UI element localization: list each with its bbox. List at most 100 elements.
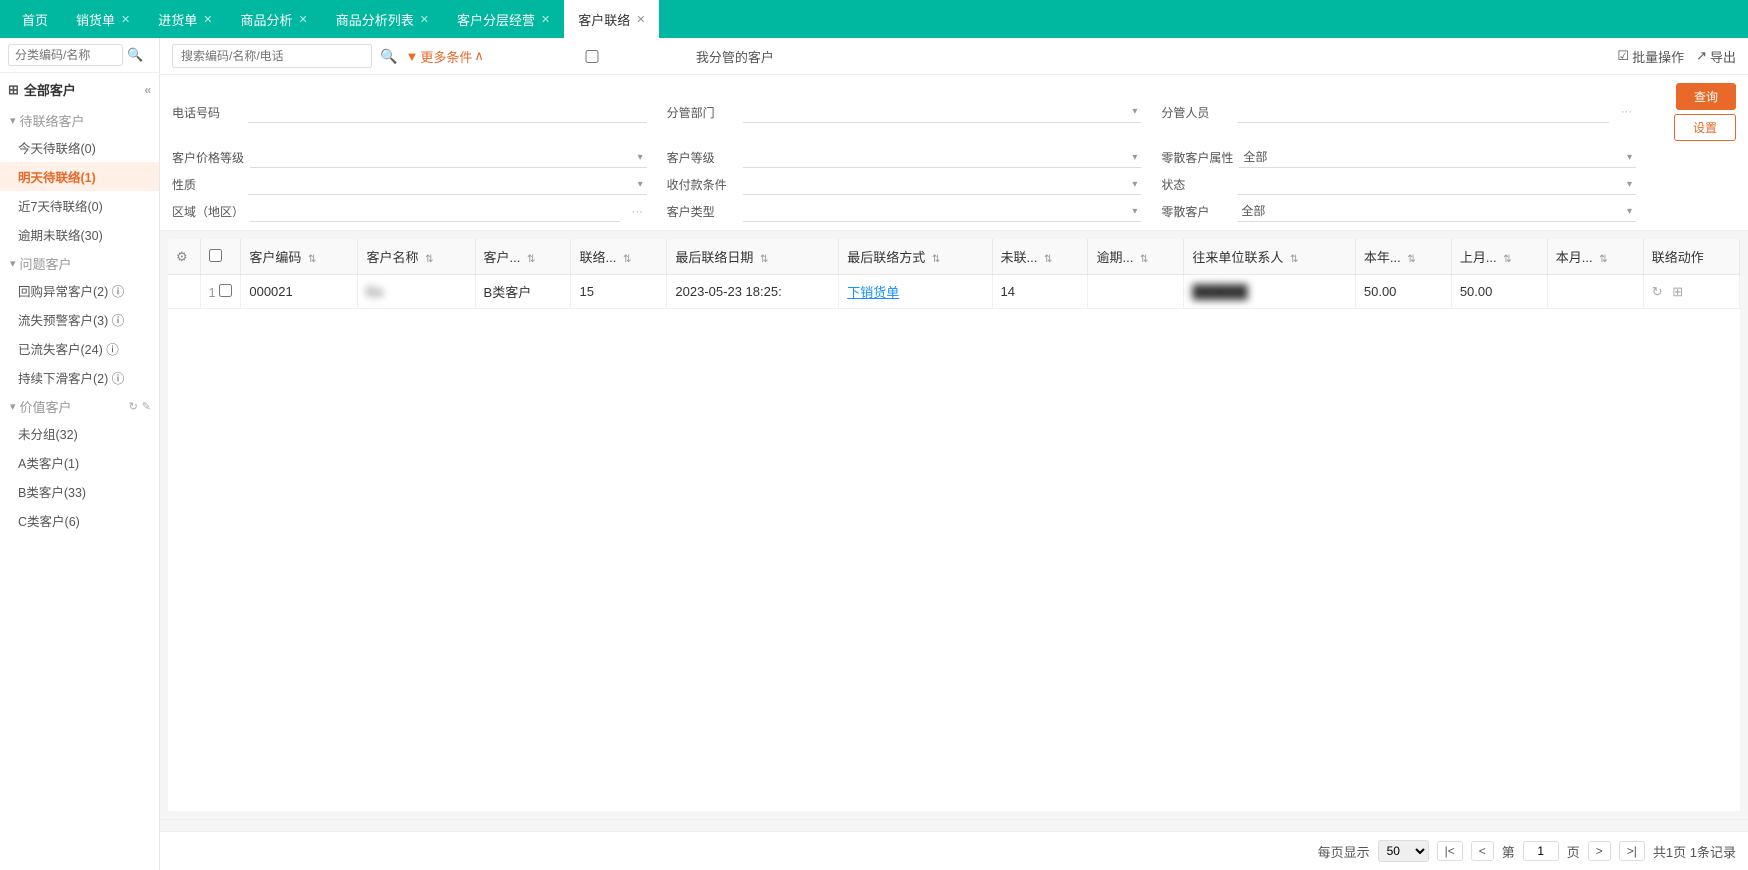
sidebar-search-input[interactable]	[8, 44, 123, 66]
sidebar-item-tomorrow-pending[interactable]: 明天待联络(1)	[0, 162, 159, 191]
nav-sales-order[interactable]: 销货单 ✕	[62, 0, 144, 38]
next-page-button[interactable]: >	[1588, 841, 1611, 861]
cell-checkbox: 1	[200, 275, 241, 309]
col-this-year[interactable]: 本年... ⇅	[1355, 239, 1451, 275]
col-contact-person[interactable]: 往来单位联系人 ⇅	[1184, 239, 1355, 275]
col-name[interactable]: 客户名称 ⇅	[358, 239, 475, 275]
page-size-select[interactable]: 10 20 50 100	[1378, 840, 1429, 862]
cell-name: Ea	[358, 275, 475, 309]
sidebar-item-today-pending[interactable]: 今天待联络(0)	[0, 133, 159, 162]
region-input[interactable]	[250, 201, 620, 222]
row-checkbox[interactable]	[219, 284, 232, 297]
filter-cell-nature: 性质 ▾	[172, 174, 647, 195]
nav-customer-contact[interactable]: 客户联络 ✕	[564, 0, 659, 38]
export-button[interactable]: ↗ 导出	[1696, 47, 1736, 66]
query-button[interactable]: 查询	[1676, 83, 1736, 110]
search-icon[interactable]: 🔍	[127, 47, 143, 63]
price-level-select[interactable]	[250, 147, 647, 167]
col-code[interactable]: 客户编码 ⇅	[241, 239, 358, 275]
top-right-actions: ☑ 批量操作 ↗ 导出	[1617, 47, 1736, 66]
my-customers-checkbox-label[interactable]: 我分管的客户	[492, 47, 774, 66]
search-input[interactable]	[172, 44, 372, 68]
sidebar-item-ungroup[interactable]: 未分组(32)	[0, 419, 159, 448]
customer-type-select[interactable]	[743, 201, 1142, 221]
col-unlinkd[interactable]: 未联... ⇅	[992, 239, 1088, 275]
grid-icon: ⊞	[8, 82, 19, 98]
customer-level-label: 客户等级	[667, 149, 737, 166]
close-icon[interactable]: ✕	[541, 13, 550, 26]
sidebar-item-c-class[interactable]: C类客户(6)	[0, 506, 159, 535]
action-refresh-icon[interactable]: ↻	[1652, 284, 1663, 299]
sidebar-item-week-pending[interactable]: 近7天待联络(0)	[0, 191, 159, 220]
close-icon[interactable]: ✕	[203, 13, 212, 26]
sidebar-all-customers[interactable]: ⊞ 全部客户 «	[0, 73, 159, 106]
col-this-month[interactable]: 本月... ⇅	[1547, 239, 1643, 275]
close-icon[interactable]: ✕	[420, 13, 429, 26]
contact-method-link[interactable]: 下销货单	[847, 285, 899, 300]
customer-level-select[interactable]	[743, 147, 1142, 167]
refresh-icon[interactable]: ↻	[129, 400, 138, 413]
first-page-button[interactable]: |<	[1437, 841, 1463, 861]
action-grid-icon[interactable]: ⊞	[1672, 284, 1683, 299]
scatter-customer-label: 零散客户	[1161, 203, 1231, 220]
more-conditions-button[interactable]: ▼ 更多条件 ∧	[405, 47, 483, 66]
more-button[interactable]: ···	[1617, 106, 1636, 118]
nav-home[interactable]: 首页	[8, 0, 62, 38]
sort-icon: ⇅	[425, 254, 433, 265]
chevron-left-icon: «	[144, 83, 151, 97]
dept-select[interactable]	[743, 102, 1142, 122]
page-input[interactable]	[1523, 841, 1559, 861]
horizontal-scrollbar[interactable]	[160, 819, 1748, 831]
col-type[interactable]: 客户... ⇅	[475, 239, 571, 275]
sidebar-group-value-label: 价值客户	[20, 397, 72, 416]
sidebar-item-overdue-pending[interactable]: 逾期未联络(30)	[0, 220, 159, 249]
prev-page-button[interactable]: <	[1471, 841, 1494, 861]
nav-home-label: 首页	[22, 10, 48, 29]
person-input[interactable]	[1237, 102, 1609, 123]
scatter-customer-select[interactable]: 全部	[1237, 201, 1636, 221]
nav-product-analysis[interactable]: 商品分析 ✕	[226, 0, 321, 38]
sort-icon: ⇅	[623, 254, 631, 265]
nav-purchase-order[interactable]: 进货单 ✕	[144, 0, 226, 38]
col-contact-count[interactable]: 联络... ⇅	[571, 239, 667, 275]
sidebar-item-declining[interactable]: 持续下滑客户(2) ⓘ	[0, 363, 159, 392]
table-row: 1 000021 Ea B类客户 15	[168, 275, 1740, 309]
payment-label: 收付款条件	[667, 176, 737, 193]
sidebar-item-b-class[interactable]: B类客户(33)	[0, 477, 159, 506]
col-last-contact-date[interactable]: 最后联络日期 ⇅	[667, 239, 839, 275]
sidebar-item-lost[interactable]: 已流失客户(24) ⓘ	[0, 334, 159, 363]
last-page-button[interactable]: >|	[1619, 841, 1645, 861]
sidebar-item-a-class[interactable]: A类客户(1)	[0, 448, 159, 477]
more-button[interactable]: ···	[628, 206, 647, 218]
search-button[interactable]: 🔍	[380, 48, 397, 65]
nav-product-analysis-list[interactable]: 商品分析列表 ✕	[322, 0, 443, 38]
status-select[interactable]	[1237, 174, 1636, 194]
main-content: 🔍 ▼ 更多条件 ∧ 我分管的客户 ☑ 批量操作 ↗ 导出	[160, 38, 1748, 870]
payment-select[interactable]	[743, 174, 1142, 194]
sidebar-group-pending[interactable]: ▾ 待联络客户	[0, 106, 159, 133]
nature-select[interactable]	[248, 174, 647, 194]
batch-operation-button[interactable]: ☑ 批量操作	[1617, 47, 1684, 66]
scatter-attr-select[interactable]: 全部	[1239, 147, 1636, 167]
my-customers-checkbox[interactable]	[492, 50, 692, 63]
scatter-attr-label: 零散客户属性	[1161, 149, 1233, 166]
sidebar-group-value[interactable]: ▾ 价值客户 ↻ ✎	[0, 392, 159, 419]
sidebar-item-repurchase-abnormal[interactable]: 回购异常客户(2) ⓘ	[0, 276, 159, 305]
close-icon[interactable]: ✕	[299, 13, 308, 26]
top-navigation: 首页 销货单 ✕ 进货单 ✕ 商品分析 ✕ 商品分析列表 ✕ 客户分层经营 ✕ …	[0, 0, 1748, 38]
close-icon[interactable]: ✕	[636, 13, 645, 26]
sidebar-group-problem[interactable]: ▾ 问题客户	[0, 249, 159, 276]
sort-icon: ⇅	[760, 254, 768, 265]
col-last-month[interactable]: 上月... ⇅	[1451, 239, 1547, 275]
col-overdue[interactable]: 逾期... ⇅	[1088, 239, 1184, 275]
nav-customer-tier[interactable]: 客户分层经营 ✕	[443, 0, 564, 38]
col-last-contact-method[interactable]: 最后联络方式 ⇅	[839, 239, 992, 275]
sidebar-item-loss-warning[interactable]: 流失预警客户(3) ⓘ	[0, 305, 159, 334]
setting-button[interactable]: 设置	[1674, 114, 1736, 141]
nav-product-analysis-list-label: 商品分析列表	[336, 10, 414, 29]
gear-icon[interactable]: ⚙	[176, 249, 188, 264]
edit-icon[interactable]: ✎	[142, 400, 151, 413]
phone-input[interactable]	[248, 102, 647, 123]
close-icon[interactable]: ✕	[121, 13, 130, 26]
select-all-checkbox[interactable]	[209, 249, 222, 262]
